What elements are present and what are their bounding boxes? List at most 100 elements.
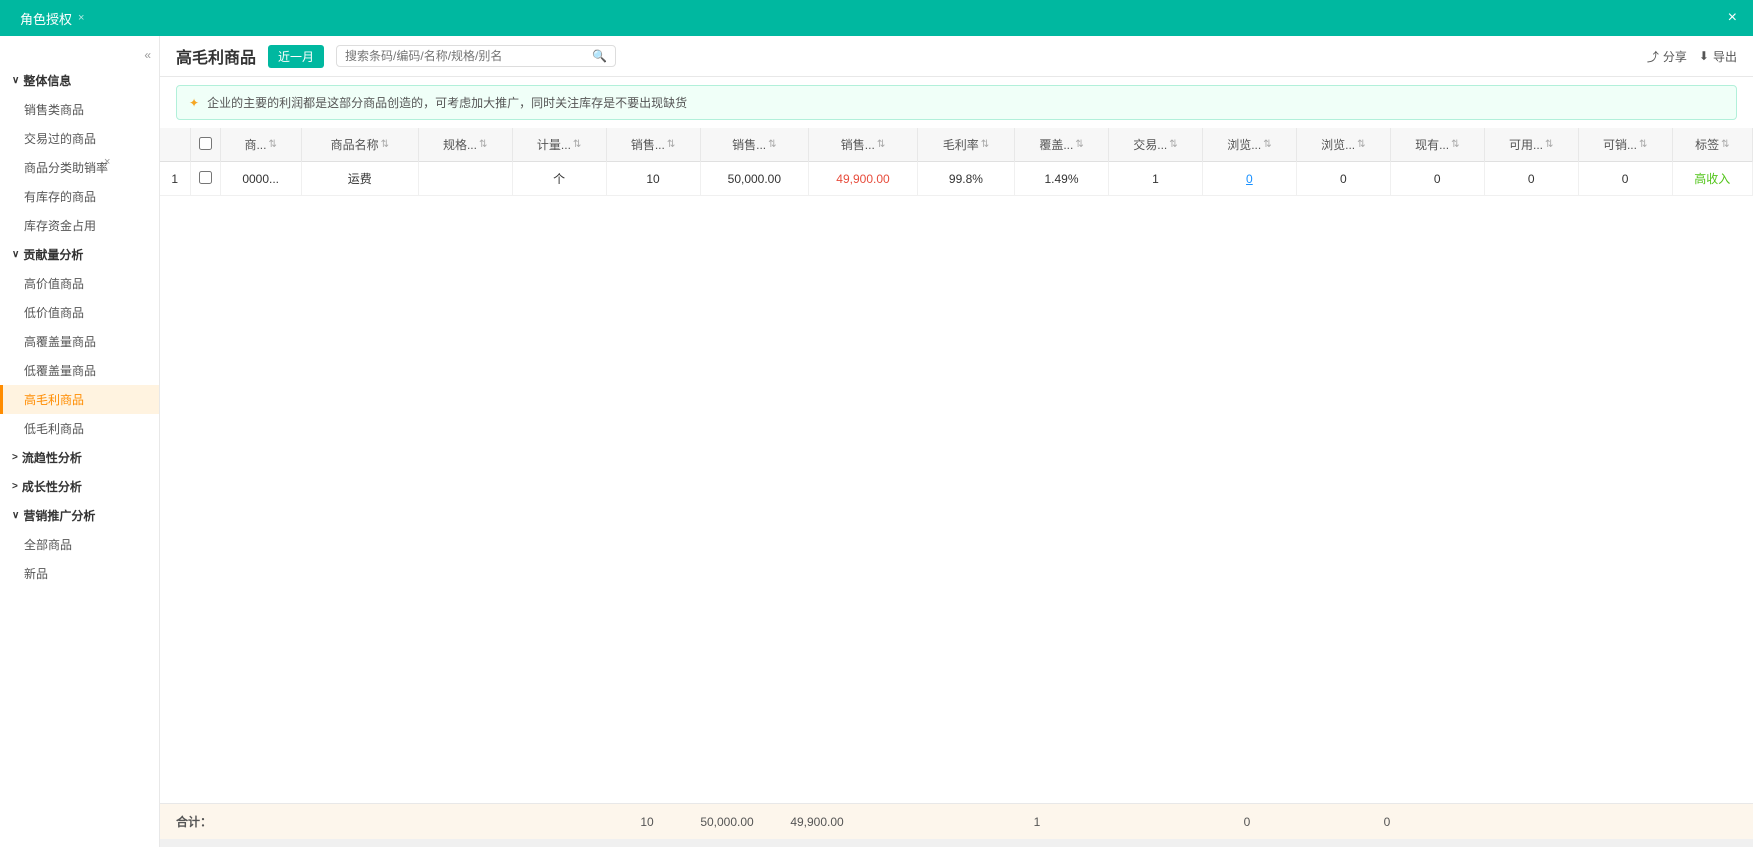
- sidebar-group-整体信息[interactable]: ∨整体信息: [0, 66, 159, 95]
- cell-transaction: 1: [1108, 162, 1202, 196]
- col-label-coverage: 覆盖...: [1039, 136, 1073, 153]
- col-header-available1[interactable]: 现有...⇅: [1390, 128, 1484, 162]
- sort-icon-spec[interactable]: ⇅: [479, 139, 487, 150]
- col-header-checkbox[interactable]: [190, 128, 220, 162]
- table-header: 商...⇅商品名称⇅规格...⇅计量...⇅销售...⇅销售...⇅销售...⇅…: [160, 128, 1753, 162]
- footer-cell: 10: [612, 815, 682, 829]
- table-row[interactable]: 10000...运费个1050,000.0049,900.0099.8%1.49…: [160, 162, 1753, 196]
- sidebar-group-流趋性分析[interactable]: >流趋性分析: [0, 443, 159, 472]
- footer-cell: [282, 815, 312, 829]
- footer-cell: [862, 815, 932, 829]
- sidebar-group-贡献量分析[interactable]: ∨贡献量分析: [0, 240, 159, 269]
- sidebar-item-高毛利商品[interactable]: 高毛利商品: [0, 385, 159, 414]
- cell-index: 1: [160, 162, 190, 196]
- footer-cell: [1422, 815, 1482, 829]
- sidebar-group-成长性分析[interactable]: >成长性分析: [0, 472, 159, 501]
- col-label-salesAmt: 销售...: [732, 136, 766, 153]
- sort-icon-available2[interactable]: ⇅: [1545, 139, 1553, 150]
- cell-salesQty: 10: [606, 162, 700, 196]
- nav-tab-close-商品分析[interactable]: ×: [78, 120, 84, 132]
- col-header-unit[interactable]: 计量...⇅: [512, 128, 606, 162]
- sort-icon-tag[interactable]: ⇅: [1721, 139, 1729, 150]
- cell-name[interactable]: 运费: [301, 162, 418, 196]
- col-header-saleable[interactable]: 可销...⇅: [1578, 128, 1672, 162]
- sort-icon-salesProfit[interactable]: ⇅: [877, 139, 885, 150]
- col-label-available2: 可用...: [1509, 136, 1543, 153]
- row-checkbox[interactable]: [199, 171, 212, 184]
- sidebar-item-全部商品[interactable]: 全部商品: [0, 530, 159, 559]
- col-header-grossRate[interactable]: 毛利率⇅: [917, 128, 1014, 162]
- search-input[interactable]: [345, 49, 592, 63]
- date-filter-button[interactable]: 近一月: [268, 45, 324, 68]
- col-header-browseCount1[interactable]: 浏览...⇅: [1202, 128, 1296, 162]
- content-header: 高毛利商品 近一月 🔍 ⤴ 分享 ⬇ 导出: [160, 36, 1753, 77]
- col-header-available2[interactable]: 可用...⇅: [1484, 128, 1578, 162]
- info-banner: ✦ 企业的主要的利润都是这部分商品创造的，可考虑加大推广，同时关注库存是不要出现…: [176, 85, 1737, 120]
- sort-icon-saleable[interactable]: ⇅: [1639, 139, 1647, 150]
- col-header-transaction[interactable]: 交易...⇅: [1108, 128, 1202, 162]
- nav-tab-角色授权[interactable]: 角色授权×: [8, 0, 122, 36]
- export-icon: ⬇: [1699, 49, 1709, 63]
- sidebar-item-高覆盖量商品[interactable]: 高覆盖量商品: [0, 327, 159, 356]
- col-header-salesProfit[interactable]: 销售...⇅: [809, 128, 918, 162]
- col-header-coverage[interactable]: 覆盖...⇅: [1015, 128, 1109, 162]
- sort-icon-browseCount1[interactable]: ⇅: [1263, 139, 1271, 150]
- sidebar-item-低价值商品[interactable]: 低价值商品: [0, 298, 159, 327]
- nav-tab-close-角色授权[interactable]: ×: [78, 12, 84, 24]
- footer-cell: [1072, 815, 1142, 829]
- total-label: 合计：: [176, 813, 212, 830]
- cell-browseCount1[interactable]: 0: [1202, 162, 1296, 196]
- col-header-salesQty[interactable]: 销售...⇅: [606, 128, 700, 162]
- sort-icon-code[interactable]: ⇅: [268, 139, 276, 150]
- nav-tab-close-单据模板设置[interactable]: ×: [104, 84, 110, 96]
- sidebar-collapse-button[interactable]: «: [0, 44, 159, 66]
- sidebar-item-新品[interactable]: 新品: [0, 559, 159, 588]
- col-header-code[interactable]: 商...⇅: [220, 128, 301, 162]
- search-icon[interactable]: 🔍: [592, 49, 607, 63]
- bottom-scrollbar[interactable]: [160, 839, 1753, 847]
- nav-tab-close-商品分析列表[interactable]: ×: [104, 156, 110, 168]
- footer-cell: [312, 815, 382, 829]
- sidebar-item-低毛利商品[interactable]: 低毛利商品: [0, 414, 159, 443]
- sort-icon-salesQty[interactable]: ⇅: [667, 139, 675, 150]
- col-header-index[interactable]: [160, 128, 190, 162]
- sort-icon-unit[interactable]: ⇅: [573, 139, 581, 150]
- col-header-salesAmt[interactable]: 销售...⇅: [700, 128, 809, 162]
- share-icon: ⤴: [1647, 48, 1659, 65]
- search-bar: 🔍: [336, 45, 616, 67]
- content-area: 高毛利商品 近一月 🔍 ⤴ 分享 ⬇ 导出: [160, 36, 1753, 847]
- close-all-button[interactable]: ×: [1720, 9, 1745, 27]
- col-header-tag[interactable]: 标签⇅: [1672, 128, 1752, 162]
- select-all-checkbox[interactable]: [199, 137, 212, 150]
- sidebar-item-库存资金占用[interactable]: 库存资金占用: [0, 211, 159, 240]
- col-label-salesProfit: 销售...: [841, 136, 875, 153]
- sidebar-item-商品分类助销率[interactable]: 商品分类助销率: [0, 153, 159, 182]
- col-header-spec[interactable]: 规格...⇅: [418, 128, 512, 162]
- footer-cells: 1050,000.0049,900.00100: [252, 815, 1737, 829]
- share-button[interactable]: ⤴ 分享: [1647, 48, 1687, 65]
- sidebar-item-有库存的商品[interactable]: 有库存的商品: [0, 182, 159, 211]
- sort-icon-available1[interactable]: ⇅: [1451, 139, 1459, 150]
- sort-icon-grossRate[interactable]: ⇅: [981, 139, 989, 150]
- col-header-browseCount2[interactable]: 浏览...⇅: [1296, 128, 1390, 162]
- sidebar-item-高价值商品[interactable]: 高价值商品: [0, 269, 159, 298]
- sort-icon-salesAmt[interactable]: ⇅: [768, 139, 776, 150]
- col-label-tag: 标签: [1695, 136, 1719, 153]
- col-label-browseCount1: 浏览...: [1227, 136, 1261, 153]
- sidebar-item-低覆盖量商品[interactable]: 低覆盖量商品: [0, 356, 159, 385]
- cell-code: 0000...: [220, 162, 301, 196]
- info-banner-text: 企业的主要的利润都是这部分商品创造的，可考虑加大推广，同时关注库存是不要出现缺货: [207, 94, 687, 111]
- col-header-name[interactable]: 商品名称⇅: [301, 128, 418, 162]
- footer-cell: [482, 815, 552, 829]
- col-label-spec: 规格...: [443, 136, 477, 153]
- sort-icon-coverage[interactable]: ⇅: [1075, 139, 1083, 150]
- nav-tab-close-产成品入库单[interactable]: ×: [104, 48, 110, 60]
- data-table-wrapper[interactable]: 商...⇅商品名称⇅规格...⇅计量...⇅销售...⇅销售...⇅销售...⇅…: [160, 128, 1753, 803]
- col-label-available1: 现有...: [1415, 136, 1449, 153]
- sort-icon-browseCount2[interactable]: ⇅: [1357, 139, 1365, 150]
- sort-icon-name[interactable]: ⇅: [381, 139, 389, 150]
- export-button[interactable]: ⬇ 导出: [1699, 48, 1737, 65]
- sidebar-group-营销推广分析[interactable]: ∨营销推广分析: [0, 501, 159, 530]
- sort-icon-transaction[interactable]: ⇅: [1169, 139, 1177, 150]
- footer-cell: [1282, 815, 1352, 829]
